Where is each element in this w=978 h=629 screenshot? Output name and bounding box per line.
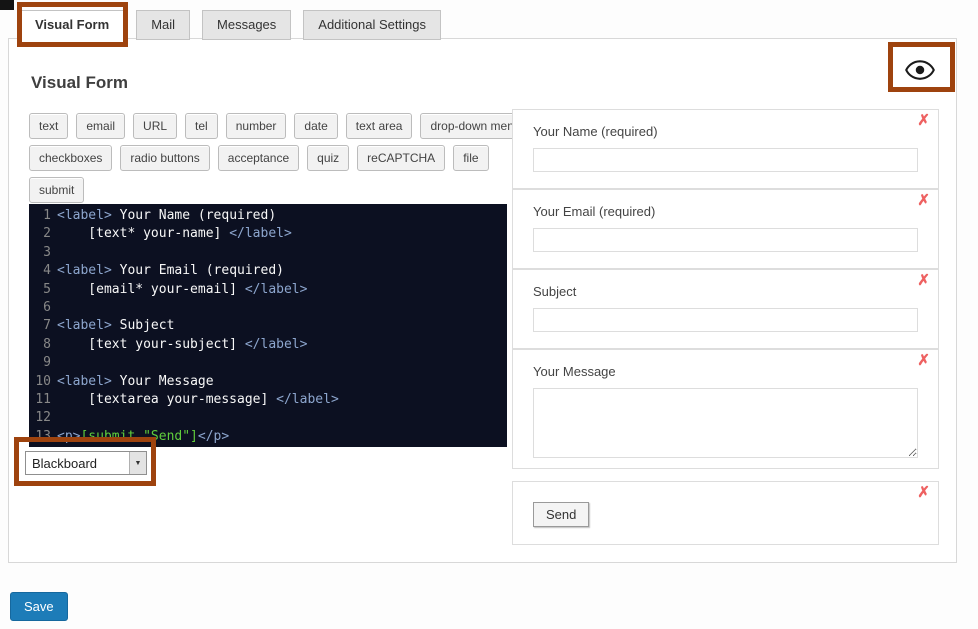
delete-field-icon[interactable]: ✗ — [917, 483, 930, 501]
form-code-editor[interactable]: 1<label> Your Name (required)2 [text* yo… — [29, 204, 507, 447]
tag-button-radio-buttons[interactable]: radio buttons — [120, 145, 209, 171]
form-preview: ✗Your Name (required)✗Your Email (requir… — [512, 109, 939, 545]
code-line: <label> Subject — [57, 317, 174, 335]
preview-field-your-message: ✗Your Message — [512, 349, 939, 469]
line-number: 1 — [29, 207, 57, 225]
delete-field-icon[interactable]: ✗ — [917, 271, 930, 289]
code-line: <label> Your Name (required) — [57, 207, 276, 225]
line-number: 13 — [29, 428, 57, 446]
delete-field-icon[interactable]: ✗ — [917, 111, 930, 129]
preview-send-button[interactable]: Send — [533, 502, 589, 527]
field-label: Your Email (required) — [533, 204, 918, 219]
tag-button-number[interactable]: number — [226, 113, 287, 139]
code-line: <label> Your Email (required) — [57, 262, 284, 280]
tag-button-url[interactable]: URL — [133, 113, 177, 139]
line-number: 6 — [29, 299, 57, 317]
theme-select-value: Blackboard — [26, 456, 129, 471]
admin-bar-fragment — [0, 0, 14, 10]
line-number: 5 — [29, 281, 57, 299]
line-number: 11 — [29, 391, 57, 409]
tag-button-tel[interactable]: tel — [185, 113, 218, 139]
preview-field-your-subject: ✗Subject — [512, 269, 939, 349]
page-title: Visual Form — [31, 73, 128, 93]
line-number: 12 — [29, 409, 57, 427]
tag-button-submit[interactable]: submit — [29, 177, 84, 203]
line-number: 10 — [29, 373, 57, 391]
line-number: 3 — [29, 244, 57, 262]
delete-field-icon[interactable]: ✗ — [917, 191, 930, 209]
code-line: <p>[submit "Send"]</p> — [57, 428, 229, 446]
line-number: 2 — [29, 225, 57, 243]
tab-bar: Visual Form Mail Messages Additional Settin… — [20, 10, 441, 40]
code-line: [email* your-email] </label> — [57, 281, 307, 299]
code-line: [text your-subject] </label> — [57, 336, 307, 354]
tab-mail[interactable]: Mail — [136, 10, 190, 40]
tag-button-date[interactable]: date — [294, 113, 337, 139]
tag-button-text[interactable]: text — [29, 113, 68, 139]
screen: Visual Form Mail Messages Additional Settin… — [0, 0, 978, 629]
tag-button-quiz[interactable]: quiz — [307, 145, 349, 171]
code-line: [text* your-name] </label> — [57, 225, 292, 243]
delete-field-icon[interactable]: ✗ — [917, 351, 930, 369]
preview-field-your-name: ✗Your Name (required) — [512, 109, 939, 189]
tab-messages[interactable]: Messages — [202, 10, 291, 40]
visual-form-panel: Visual Form text email URL tel number datetex… — [8, 38, 957, 563]
field-label: Your Message — [533, 364, 918, 379]
code-line: <label> Your Message — [57, 373, 214, 391]
line-number: 7 — [29, 317, 57, 335]
field-label: Your Name (required) — [533, 124, 918, 139]
tab-visual-form[interactable]: Visual Form — [20, 10, 124, 40]
save-button[interactable]: Save — [10, 592, 68, 621]
field-text-input[interactable] — [533, 148, 918, 172]
line-number: 9 — [29, 354, 57, 372]
tag-button-checkboxes[interactable]: checkboxes — [29, 145, 112, 171]
editor-theme-select[interactable]: Blackboard ▼ — [25, 451, 147, 475]
tag-generator: textemailURLtelnumberdatetext areadrop-d… — [29, 113, 531, 209]
tag-button-acceptance[interactable]: acceptance — [218, 145, 299, 171]
line-number: 8 — [29, 336, 57, 354]
preview-field-your-email: ✗Your Email (required) — [512, 189, 939, 269]
tag-button-file[interactable]: file — [453, 145, 488, 171]
chevron-down-icon: ▼ — [129, 452, 146, 474]
field-textarea-input[interactable] — [533, 388, 918, 458]
field-text-input[interactable] — [533, 228, 918, 252]
preview-toggle-button[interactable] — [905, 59, 937, 83]
line-number: 4 — [29, 262, 57, 280]
eye-icon — [905, 68, 935, 85]
field-label: Subject — [533, 284, 918, 299]
preview-field-submit: ✗ Send — [512, 481, 939, 545]
code-line: [textarea your-message] </label> — [57, 391, 339, 409]
field-text-input[interactable] — [533, 308, 918, 332]
tag-button-text-area[interactable]: text area — [346, 113, 413, 139]
tag-button-recaptcha[interactable]: reCAPTCHA — [357, 145, 445, 171]
tab-additional-settings[interactable]: Additional Settings — [303, 10, 441, 40]
tag-button-email[interactable]: email — [76, 113, 125, 139]
